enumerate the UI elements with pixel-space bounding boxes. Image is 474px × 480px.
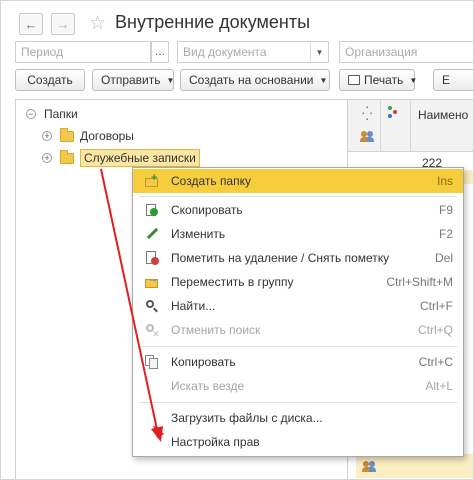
send-label: Отправить bbox=[101, 73, 161, 87]
menu-item-label: Загрузить файлы с диска... bbox=[171, 411, 323, 425]
menu-item-shortcut: Ctrl+C bbox=[418, 355, 453, 369]
menu-item-shortcut: Ctrl+Shift+M bbox=[386, 275, 453, 289]
caret-down-icon: ▼ bbox=[319, 76, 328, 86]
menu-item-label: Настройка прав bbox=[171, 435, 260, 449]
organization-field[interactable]: Организация bbox=[339, 41, 473, 63]
menu-item-label: Отменить поиск bbox=[171, 323, 261, 337]
table-header: ⁛ Наимено bbox=[348, 100, 473, 152]
menu-item-label: Скопировать bbox=[171, 203, 243, 217]
cancel-search-icon: ✕ bbox=[145, 323, 160, 339]
menu-item-label: Изменить bbox=[171, 227, 226, 241]
find-icon bbox=[145, 299, 159, 313]
period-placeholder: Период bbox=[21, 45, 64, 59]
create-based-button[interactable]: Создать на основании ▼ bbox=[180, 69, 330, 91]
column-name-header[interactable]: Наимено bbox=[418, 108, 468, 122]
tree-item-label: Договоры bbox=[80, 129, 134, 143]
period-select-button[interactable]: ... bbox=[151, 41, 169, 63]
expand-icon[interactable]: + bbox=[42, 131, 52, 141]
collapse-icon[interactable]: − bbox=[26, 109, 36, 119]
menu-item-label: Найти... bbox=[171, 299, 216, 313]
menu-item-shortcut: Ins bbox=[436, 174, 453, 188]
users-icon bbox=[360, 130, 374, 142]
menu-item-clipboard-copy[interactable]: Копировать Ctrl+C bbox=[133, 350, 463, 374]
menu-item-access-settings[interactable]: Настройка прав bbox=[133, 430, 463, 454]
chevron-down-icon[interactable]: ▼ bbox=[310, 42, 328, 62]
status-icon bbox=[388, 106, 398, 118]
menu-item-label: Искать везде bbox=[171, 379, 245, 393]
tree-root-label: Папки bbox=[44, 107, 78, 121]
tree-item-contracts[interactable]: + Договоры bbox=[42, 126, 134, 146]
tree-root[interactable]: − Папки bbox=[26, 104, 78, 124]
caret-down-icon: ▼ bbox=[409, 76, 418, 86]
doc-type-field[interactable]: Вид документа ▼ bbox=[177, 41, 329, 63]
menu-item-label: Пометить на удаление / Снять пометку bbox=[171, 251, 390, 265]
menu-item-mark-delete[interactable]: Пометить на удаление / Снять пометку Del bbox=[133, 246, 463, 270]
menu-item-cancel-search[interactable]: ✕ Отменить поиск Ctrl+Q bbox=[133, 318, 463, 342]
menu-item-create-folder[interactable]: + Создать папку Ins bbox=[133, 169, 463, 193]
period-field[interactable]: Период bbox=[15, 41, 151, 63]
menu-item-move-to-group[interactable]: → Переместить в группу Ctrl+Shift+M bbox=[133, 270, 463, 294]
app-window: ← → ☆ Внутренние документы Период ... Ви… bbox=[0, 0, 474, 480]
menu-item-upload-files[interactable]: Загрузить файлы с диска... bbox=[133, 406, 463, 430]
menu-item-shortcut: Ctrl+Q bbox=[417, 323, 453, 337]
page-title: Внутренние документы bbox=[115, 12, 311, 32]
arrow-left-icon: ← bbox=[24, 16, 38, 32]
context-menu: + Создать папку Ins Скопировать F9 Измен… bbox=[132, 167, 464, 457]
more-button[interactable]: Е bbox=[433, 69, 473, 91]
doc-type-placeholder: Вид документа bbox=[183, 45, 267, 59]
tree-item-label-selected: Служебные записки bbox=[80, 149, 200, 167]
expand-icon[interactable]: + bbox=[42, 153, 52, 163]
menu-item-label: Копировать bbox=[171, 355, 236, 369]
menu-item-shortcut: Ctrl+F bbox=[420, 299, 453, 313]
menu-item-shortcut: Alt+L bbox=[425, 379, 453, 393]
menu-item-search-everywhere[interactable]: Искать везде Alt+L bbox=[133, 374, 463, 398]
table-row[interactable] bbox=[356, 454, 473, 478]
menu-item-shortcut: Del bbox=[434, 251, 453, 265]
menu-item-copy-item[interactable]: Скопировать F9 bbox=[133, 198, 463, 222]
menu-item-label: Создать папку bbox=[171, 174, 251, 188]
back-button[interactable]: ← bbox=[19, 13, 43, 35]
organization-placeholder: Организация bbox=[345, 45, 418, 59]
clipboard-copy-icon bbox=[145, 355, 159, 369]
folder-icon bbox=[60, 127, 74, 142]
attachment-icon: ⁛ bbox=[362, 106, 373, 121]
create-button[interactable]: Создать bbox=[15, 69, 85, 91]
users-icon bbox=[362, 460, 376, 472]
move-icon: → bbox=[145, 274, 159, 289]
menu-item-shortcut: F2 bbox=[438, 227, 453, 241]
printer-icon bbox=[348, 75, 360, 85]
pencil-icon bbox=[145, 227, 159, 241]
arrow-right-icon: → bbox=[56, 16, 70, 32]
create-based-label: Создать на основании bbox=[189, 73, 314, 87]
forward-button[interactable]: → bbox=[51, 13, 75, 35]
tree-item-memos[interactable]: + Служебные записки bbox=[42, 148, 200, 168]
print-label: Печать bbox=[364, 73, 404, 87]
print-button[interactable]: Печать ▼ bbox=[339, 69, 418, 91]
folder-icon bbox=[60, 149, 74, 164]
menu-item-find[interactable]: Найти... Ctrl+F bbox=[133, 294, 463, 318]
favorite-star-icon[interactable]: ☆ bbox=[89, 12, 106, 35]
menu-item-shortcut: F9 bbox=[438, 203, 453, 217]
menu-item-label: Переместить в группу bbox=[171, 275, 294, 289]
copy-add-icon bbox=[145, 203, 159, 217]
new-folder-icon: + bbox=[145, 173, 159, 188]
send-button[interactable]: Отправить ▼ bbox=[92, 69, 174, 91]
caret-down-icon: ▼ bbox=[166, 76, 175, 86]
mark-delete-icon bbox=[145, 251, 159, 265]
menu-item-edit[interactable]: Изменить F2 bbox=[133, 222, 463, 246]
